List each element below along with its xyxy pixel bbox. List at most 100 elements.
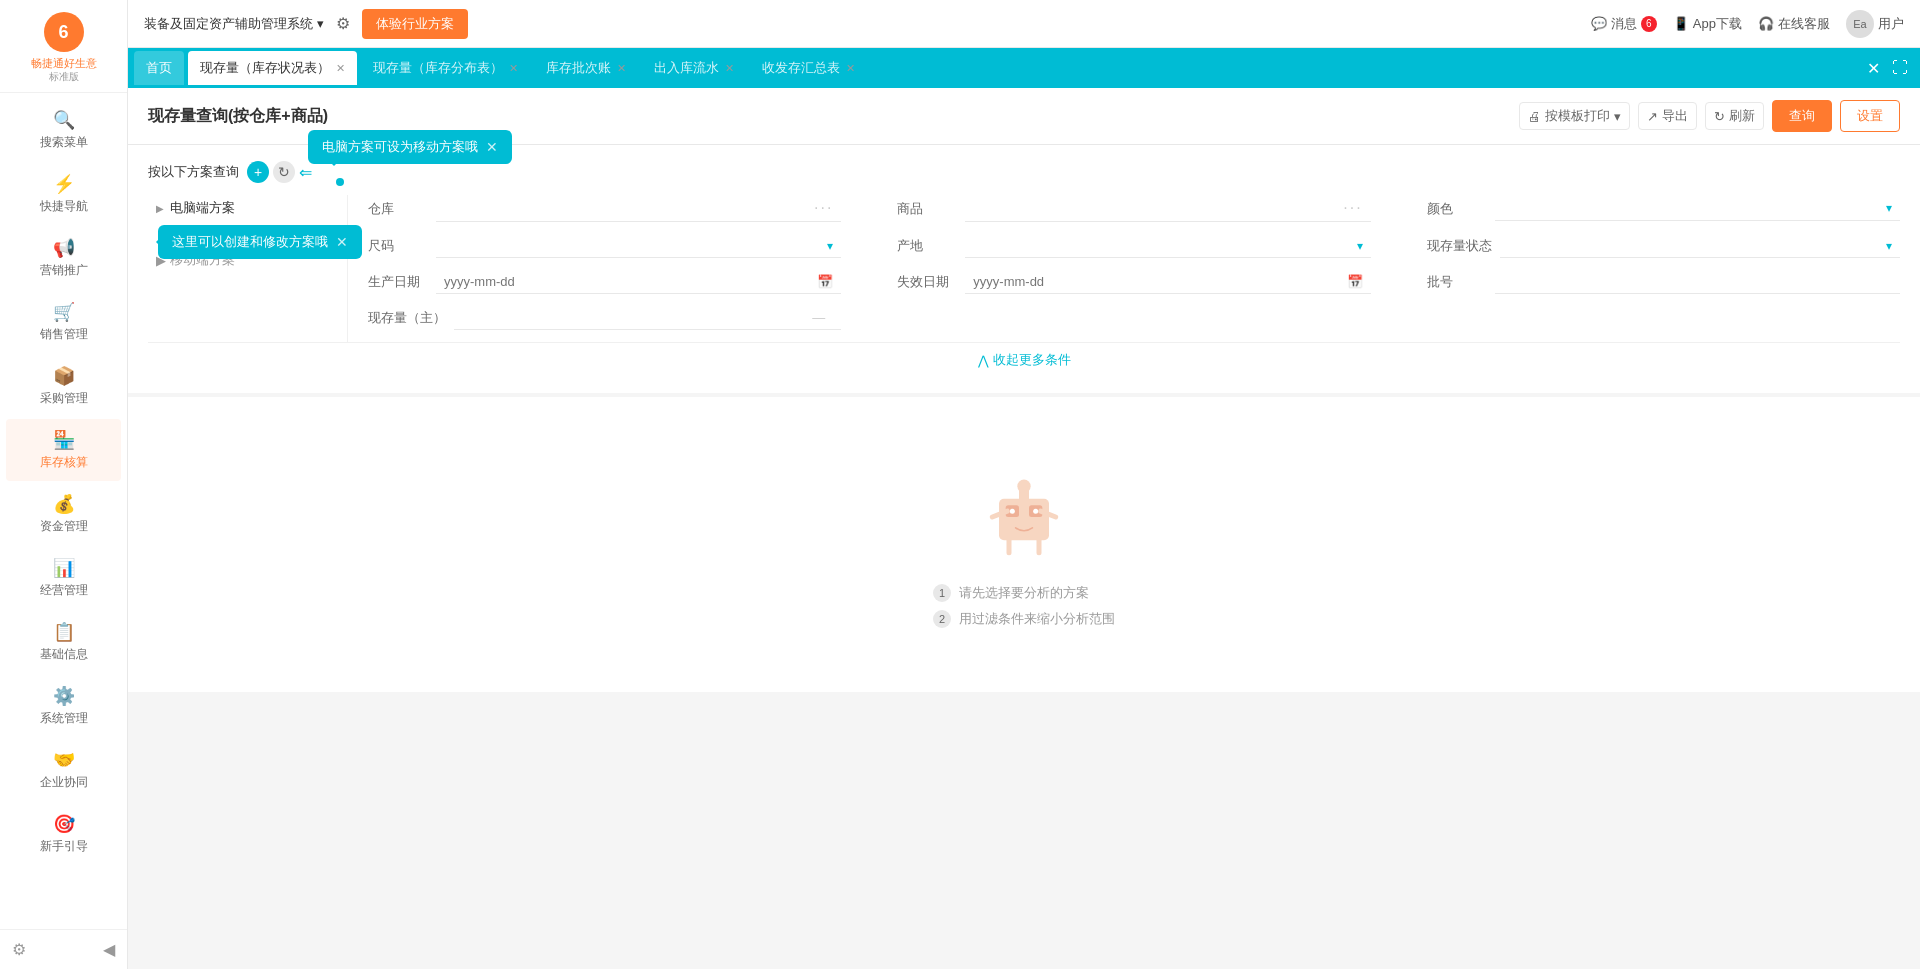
- goods-dots[interactable]: ···: [1343, 199, 1362, 217]
- origin-input[interactable]: [973, 238, 1356, 253]
- sidebar-item-label: 基础信息: [40, 646, 88, 663]
- sidebar-item-purchase[interactable]: 📦 采购管理: [6, 355, 121, 417]
- tab-in-out-flow-close[interactable]: ✕: [725, 62, 734, 75]
- tab-batch-ledger[interactable]: 库存批次账 ✕: [534, 51, 638, 85]
- refresh-btn[interactable]: ↻ 刷新: [1705, 102, 1764, 130]
- sidebar-item-sales[interactable]: 🛒 销售管理: [6, 291, 121, 353]
- print-template-btn[interactable]: 🖨 按模板打印 ▾: [1519, 102, 1630, 130]
- svg-point-6: [1017, 480, 1030, 493]
- sidebar-item-guide[interactable]: 🎯 新手引导: [6, 803, 121, 865]
- warehouse-dots[interactable]: ···: [814, 199, 833, 217]
- refresh-scheme-btn[interactable]: ↻: [273, 161, 295, 183]
- expiry-date-wrap[interactable]: 📅: [965, 270, 1370, 294]
- settings-footer-icon[interactable]: ⚙: [12, 940, 26, 959]
- tooltip1-close[interactable]: ✕: [486, 139, 498, 155]
- filter-actions: + ↻ ⇐: [247, 161, 312, 183]
- hint-num-2: 2: [933, 610, 951, 628]
- sidebar-footer: ⚙ ◀: [0, 929, 127, 969]
- top-header: 装备及固定资产辅助管理系统 ▾ ⚙ 体验行业方案 💬 消息 6 📱 App下载 …: [128, 0, 1920, 48]
- origin-select[interactable]: ▾: [965, 234, 1370, 258]
- close-all-tabs-btn[interactable]: ✕: [1863, 55, 1884, 82]
- stock-status-select[interactable]: ▾: [1500, 234, 1900, 258]
- batch-no-input[interactable]: [1495, 270, 1900, 294]
- sidebar-item-finance[interactable]: 💰 资金管理: [6, 483, 121, 545]
- sidebar-item-inventory[interactable]: 🏪 库存核算: [6, 419, 121, 481]
- app-download-btn[interactable]: 📱 App下载: [1673, 15, 1742, 33]
- collapse-bar[interactable]: ⋀ 收起更多条件: [148, 342, 1900, 377]
- filter-origin: 产地 ▾: [897, 234, 1370, 258]
- filter-expiry-date: 失效日期 📅: [897, 270, 1370, 294]
- goods-select[interactable]: ···: [965, 195, 1370, 222]
- warehouse-input[interactable]: [444, 201, 814, 216]
- warehouse-select[interactable]: ···: [436, 195, 841, 222]
- color-select[interactable]: ▾: [1495, 197, 1900, 221]
- back-icon[interactable]: ⇐: [299, 163, 312, 182]
- tab-batch-ledger-close[interactable]: ✕: [617, 62, 626, 75]
- expiry-date-calendar-icon[interactable]: 📅: [1347, 274, 1363, 289]
- stock-status-input[interactable]: [1508, 238, 1886, 253]
- tab-inventory-dist-close[interactable]: ✕: [509, 62, 518, 75]
- sidebar-item-operations[interactable]: 📊 经营管理: [6, 547, 121, 609]
- page-title: 现存量查询(按仓库+商品): [148, 106, 328, 127]
- goods-input[interactable]: [973, 201, 1343, 216]
- tab-inventory-status-close[interactable]: ✕: [336, 62, 345, 75]
- fullscreen-btn[interactable]: ⛶: [1888, 55, 1912, 82]
- settings-icon-header[interactable]: ⚙: [336, 14, 350, 33]
- production-date-calendar-icon[interactable]: 📅: [817, 274, 833, 289]
- color-input[interactable]: [1503, 201, 1886, 216]
- expiry-date-input[interactable]: [973, 274, 1342, 289]
- add-scheme-btn[interactable]: +: [247, 161, 269, 183]
- refresh-icon: ↻: [1714, 109, 1725, 124]
- collapse-sidebar-icon[interactable]: ◀: [103, 940, 115, 959]
- collapse-up-icon: ⋀: [978, 353, 989, 368]
- size-input[interactable]: [444, 238, 827, 253]
- size-arrow: ▾: [827, 239, 833, 253]
- system-name-select[interactable]: 装备及固定资产辅助管理系统 ▾: [144, 15, 324, 33]
- tab-inventory-status[interactable]: 现存量（库存状况表） ✕: [188, 51, 357, 85]
- scheme-dot-indicator: [336, 178, 344, 186]
- header-left: 装备及固定资产辅助管理系统 ▾ ⚙ 体验行业方案: [144, 9, 468, 39]
- stock-main-input[interactable]: [462, 310, 800, 325]
- message-btn[interactable]: 💬 消息 6: [1591, 15, 1657, 33]
- sidebar-item-enterprise[interactable]: 🤝 企业协同: [6, 739, 121, 801]
- origin-arrow: ▾: [1357, 239, 1363, 253]
- user-avatar: Ea: [1846, 10, 1874, 38]
- production-date-input[interactable]: [444, 274, 813, 289]
- sidebar-item-quick[interactable]: ⚡ 快捷导航: [6, 163, 121, 225]
- tab-collect-summary[interactable]: 收发存汇总表 ✕: [750, 51, 867, 85]
- sidebar-item-search[interactable]: 🔍 搜索菜单: [6, 99, 121, 161]
- online-support-btn[interactable]: 🎧 在线客服: [1758, 15, 1830, 33]
- tooltip2-close[interactable]: ✕: [336, 234, 348, 250]
- goods-label: 商品: [897, 200, 957, 218]
- hint-num-1: 1: [933, 584, 951, 602]
- brand-name: 畅捷通好生意: [31, 56, 97, 70]
- query-btn[interactable]: 查询: [1772, 100, 1832, 132]
- sidebar-item-marketing[interactable]: 📢 营销推广: [6, 227, 121, 289]
- headset-icon: 🎧: [1758, 16, 1774, 31]
- scheme-tree-panel: 这里可以创建和修改方案哦 ✕ ▶ 电脑端方案 按商品 ▶ 移动端方: [148, 195, 348, 342]
- trial-btn[interactable]: 体验行业方案: [362, 9, 468, 39]
- tab-collect-summary-close[interactable]: ✕: [846, 62, 855, 75]
- quick-icon: ⚡: [53, 173, 75, 195]
- sales-icon: 🛒: [53, 301, 75, 323]
- filter-body: 这里可以创建和修改方案哦 ✕ ▶ 电脑端方案 按商品 ▶ 移动端方: [148, 195, 1900, 342]
- sidebar-item-label: 新手引导: [40, 838, 88, 855]
- user-menu-btn[interactable]: Ea 用户: [1846, 10, 1904, 38]
- refresh-label: 刷新: [1729, 107, 1755, 125]
- export-btn[interactable]: ↗ 导出: [1638, 102, 1697, 130]
- scheme-desktop-group[interactable]: ▶ 电脑端方案: [148, 195, 335, 221]
- sidebar-item-basic[interactable]: 📋 基础信息: [6, 611, 121, 673]
- settings-btn[interactable]: 设置: [1840, 100, 1900, 132]
- production-date-wrap[interactable]: 📅: [436, 270, 841, 294]
- tab-inventory-dist[interactable]: 现存量（库存分布表） ✕: [361, 51, 530, 85]
- tab-in-out-flow[interactable]: 出入库流水 ✕: [642, 51, 746, 85]
- sidebar-item-system[interactable]: ⚙️ 系统管理: [6, 675, 121, 737]
- production-date-label: 生产日期: [368, 273, 428, 291]
- tab-home[interactable]: 首页: [134, 51, 184, 85]
- size-select[interactable]: ▾: [436, 234, 841, 258]
- stock-main-label: 现存量（主）: [368, 309, 446, 327]
- sidebar-item-label: 快捷导航: [40, 198, 88, 215]
- stock-main-wrap[interactable]: —: [454, 306, 841, 330]
- print-dropdown-arrow: ▾: [1614, 109, 1621, 124]
- filter-size: 尺码 ▾: [368, 234, 841, 258]
